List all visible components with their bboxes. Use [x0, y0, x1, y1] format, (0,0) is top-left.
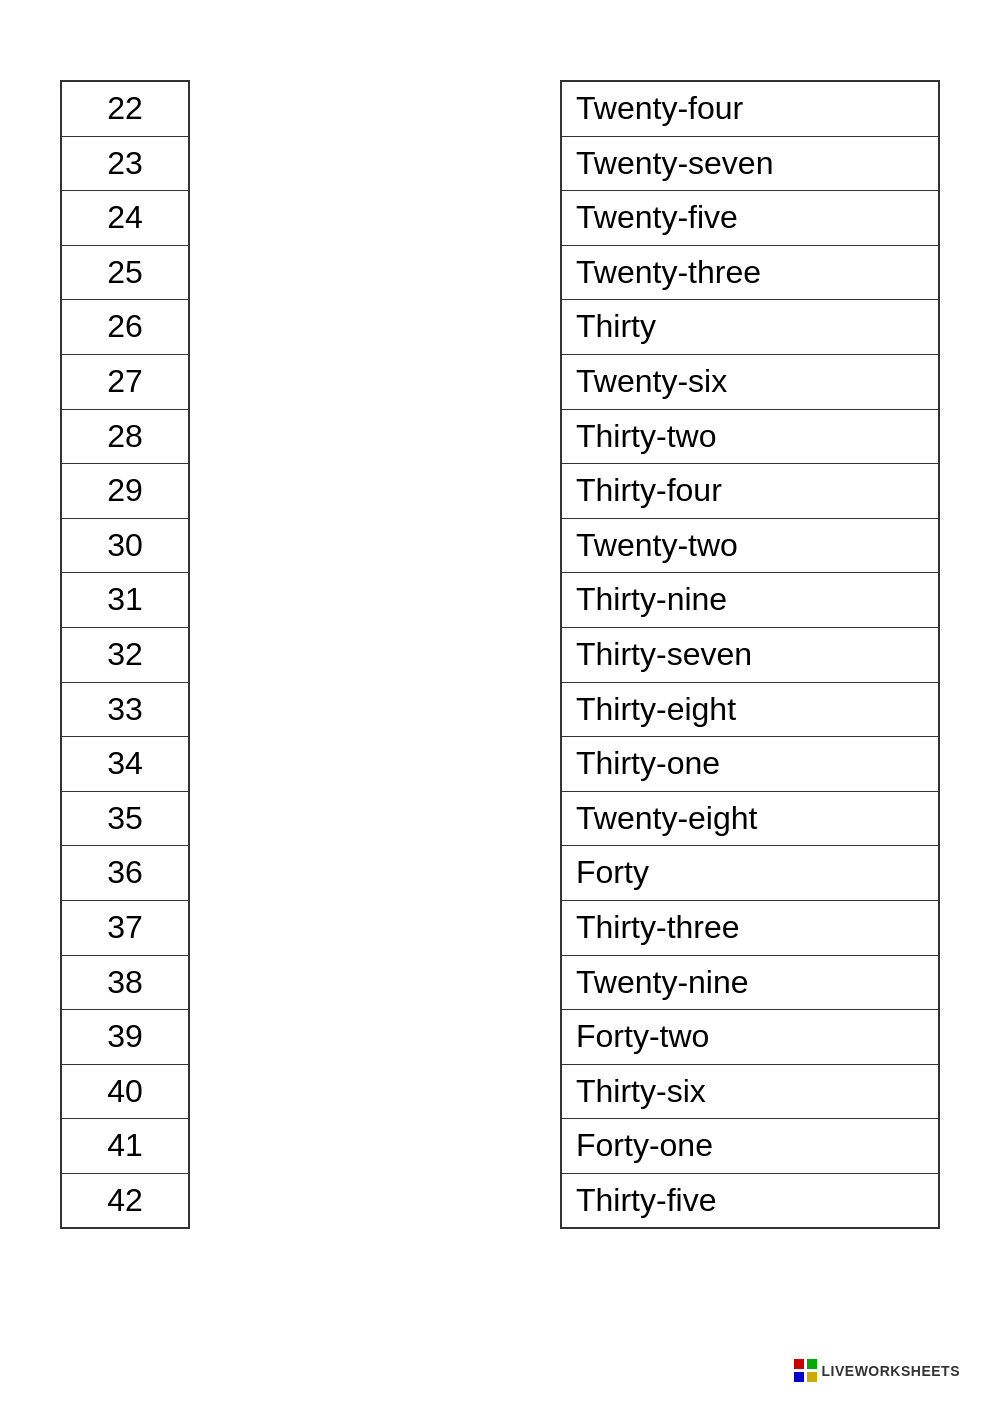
word-cell: Thirty-eight	[562, 683, 938, 738]
number-cell: 40	[62, 1065, 188, 1120]
number-cell: 36	[62, 846, 188, 901]
logo-sq-yellow	[807, 1372, 817, 1382]
number-cell: 22	[62, 82, 188, 137]
number-cell: 39	[62, 1010, 188, 1065]
word-cell: Thirty-nine	[562, 573, 938, 628]
number-cell: 25	[62, 246, 188, 301]
word-cell: Thirty-seven	[562, 628, 938, 683]
word-cell: Twenty-seven	[562, 137, 938, 192]
main-content: 2223242526272829303132333435363738394041…	[60, 80, 940, 1229]
word-cell: Twenty-nine	[562, 956, 938, 1011]
logo-sq-blue	[794, 1372, 804, 1382]
word-cell: Twenty-five	[562, 191, 938, 246]
word-cell: Thirty-one	[562, 737, 938, 792]
word-cell: Forty	[562, 846, 938, 901]
word-cell: Twenty-six	[562, 355, 938, 410]
word-cell: Twenty-eight	[562, 792, 938, 847]
numbers-column: 2223242526272829303132333435363738394041…	[60, 80, 190, 1229]
number-cell: 26	[62, 300, 188, 355]
number-cell: 30	[62, 519, 188, 574]
number-cell: 37	[62, 901, 188, 956]
number-cell: 32	[62, 628, 188, 683]
logo-sq-red	[794, 1359, 804, 1369]
number-cell: 27	[62, 355, 188, 410]
word-cell: Thirty-four	[562, 464, 938, 519]
number-cell: 38	[62, 956, 188, 1011]
word-cell: Thirty-five	[562, 1174, 938, 1228]
logo-sq-green	[807, 1359, 817, 1369]
number-cell: 28	[62, 410, 188, 465]
number-cell: 42	[62, 1174, 188, 1228]
word-cell: Twenty-four	[562, 82, 938, 137]
number-cell: 35	[62, 792, 188, 847]
word-cell: Twenty-three	[562, 246, 938, 301]
logo-squares	[794, 1359, 818, 1383]
word-cell: Thirty	[562, 300, 938, 355]
number-cell: 23	[62, 137, 188, 192]
word-cell: Thirty-two	[562, 410, 938, 465]
number-cell: 33	[62, 683, 188, 738]
number-cell: 34	[62, 737, 188, 792]
number-cell: 41	[62, 1119, 188, 1174]
word-cell: Forty-two	[562, 1010, 938, 1065]
word-cell: Forty-one	[562, 1119, 938, 1174]
word-cell: Thirty-six	[562, 1065, 938, 1120]
number-cell: 24	[62, 191, 188, 246]
brand-name: LIVEWORKSHEETS	[822, 1363, 960, 1379]
footer: LIVEWORKSHEETS	[794, 1359, 960, 1383]
number-cell: 29	[62, 464, 188, 519]
brand-logo: LIVEWORKSHEETS	[794, 1359, 960, 1383]
word-cell: Twenty-two	[562, 519, 938, 574]
number-cell: 31	[62, 573, 188, 628]
words-column: Twenty-fourTwenty-sevenTwenty-fiveTwenty…	[560, 80, 940, 1229]
word-cell: Thirty-three	[562, 901, 938, 956]
